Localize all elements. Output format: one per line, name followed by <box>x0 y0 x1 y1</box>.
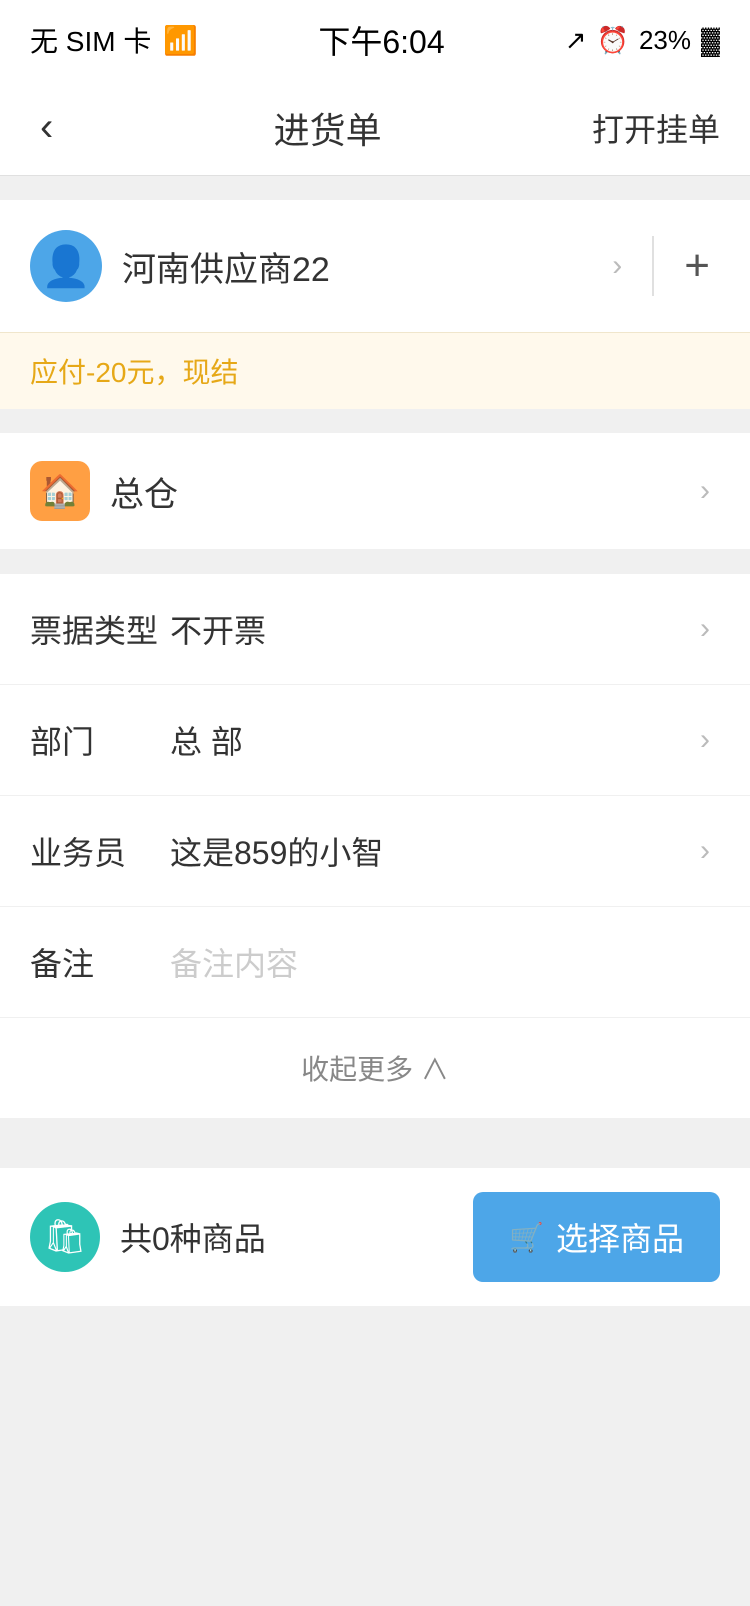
select-product-icon: 🛒 <box>509 1221 544 1254</box>
supplier-section: 👤 河南供应商22 › + 应付-20元，现结 <box>0 200 750 409</box>
battery-icon: ▓ <box>701 25 720 56</box>
warning-text: 应付-20元，现结 <box>30 357 238 388</box>
background-fill <box>0 1306 750 1606</box>
bottom-bar: 🛍 共0种商品 🛒 选择商品 <box>0 1166 750 1306</box>
section-gap-1 <box>0 176 750 200</box>
remark-placeholder[interactable]: 备注内容 <box>170 939 720 985</box>
warehouse-section: 🏠 总仓 › <box>0 433 750 549</box>
warehouse-icon: 🏠 <box>30 461 90 521</box>
supplier-avatar: 👤 <box>30 230 102 302</box>
supplier-divider <box>652 236 654 296</box>
open-pending-button[interactable]: 打开挂单 <box>592 105 720 151</box>
product-icon: 🛍 <box>30 1202 100 1272</box>
avatar-icon: 👤 <box>41 243 91 290</box>
salesperson-value: 这是859的小智 <box>170 828 700 874</box>
time-label: 下午6:04 <box>318 17 444 63</box>
add-supplier-button[interactable]: + <box>674 241 720 291</box>
supplier-row[interactable]: 👤 河南供应商22 › + <box>0 200 750 332</box>
department-value: 总 部 <box>170 717 700 763</box>
warehouse-row[interactable]: 🏠 总仓 › <box>0 433 750 549</box>
select-product-button[interactable]: 🛒 选择商品 <box>473 1192 720 1282</box>
salesperson-label: 业务员 <box>30 828 170 874</box>
section-gap-4 <box>0 1118 750 1142</box>
warning-banner: 应付-20元，现结 <box>0 332 750 409</box>
salesperson-row[interactable]: 业务员 这是859的小智 › <box>0 795 750 906</box>
supplier-chevron-icon: › <box>612 249 622 283</box>
remark-label: 备注 <box>30 939 170 985</box>
invoice-type-row[interactable]: 票据类型 不开票 › <box>0 573 750 684</box>
select-product-label: 选择商品 <box>556 1214 684 1260</box>
department-chevron-icon: › <box>700 723 710 757</box>
warehouse-name: 总仓 <box>110 467 700 516</box>
status-bar: 无 SIM 卡 📶 下午6:04 ↗ ⏰ 23% ▓ <box>0 0 750 80</box>
status-right: ↗ ⏰ 23% ▓ <box>565 25 720 56</box>
section-gap-2 <box>0 409 750 433</box>
invoice-type-chevron-icon: › <box>700 612 710 646</box>
battery-label: 23% <box>639 25 691 56</box>
department-label: 部门 <box>30 717 170 763</box>
product-count-label: 共0种商品 <box>120 1214 473 1260</box>
back-button[interactable]: ‹ <box>30 95 63 160</box>
department-row[interactable]: 部门 总 部 › <box>0 684 750 795</box>
invoice-type-value: 不开票 <box>170 606 700 652</box>
form-section: 票据类型 不开票 › 部门 总 部 › 业务员 这是859的小智 › 备注 备注… <box>0 573 750 1118</box>
nav-bar: ‹ 进货单 打开挂单 <box>0 80 750 176</box>
page-title: 进货单 <box>274 102 382 154</box>
section-gap-3 <box>0 549 750 573</box>
supplier-name: 河南供应商22 <box>122 242 612 291</box>
carrier-label: 无 SIM 卡 <box>30 20 151 60</box>
salesperson-chevron-icon: › <box>700 834 710 868</box>
collapse-text: 收起更多 ∧ <box>301 1048 449 1088</box>
status-left: 无 SIM 卡 📶 <box>30 20 198 60</box>
remark-row[interactable]: 备注 备注内容 <box>0 906 750 1017</box>
location-icon: ↗ <box>565 25 587 56</box>
wifi-icon: 📶 <box>163 24 198 57</box>
warehouse-chevron-icon: › <box>700 474 710 508</box>
invoice-type-label: 票据类型 <box>30 606 170 652</box>
alarm-icon: ⏰ <box>597 25 629 56</box>
collapse-row[interactable]: 收起更多 ∧ <box>0 1017 750 1118</box>
